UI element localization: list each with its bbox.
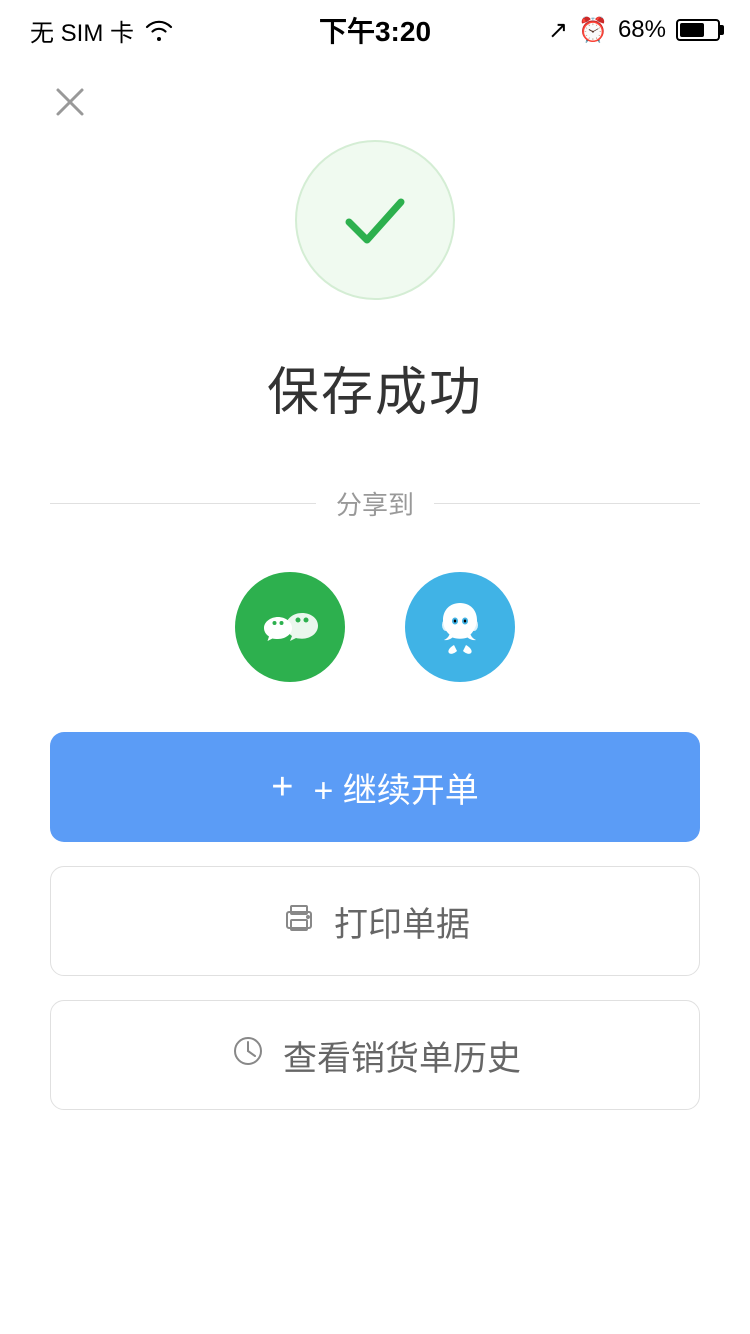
status-right: ↗ ⏰ 68% (548, 16, 720, 45)
share-wechat-button[interactable] (235, 572, 345, 682)
wechat-icon (258, 595, 322, 659)
plus-icon: + (271, 766, 293, 809)
continue-label: + 继续开单 (313, 763, 478, 812)
print-label: 打印单据 (334, 897, 470, 946)
qq-icon (428, 595, 492, 659)
status-left: 无 SIM 卡 (30, 13, 174, 48)
continue-button[interactable]: + + 继续开单 (50, 732, 700, 842)
carrier-text: 无 SIM 卡 (30, 13, 134, 48)
checkmark-icon (335, 180, 415, 260)
clock-icon (229, 1032, 267, 1079)
print-button[interactable]: 打印单据 (50, 866, 700, 976)
success-title: 保存成功 (267, 350, 483, 425)
status-time: 下午3:20 (319, 10, 431, 50)
close-button[interactable] (40, 72, 100, 132)
battery-icon (676, 19, 720, 41)
history-label: 查看销货单历史 (283, 1031, 521, 1080)
share-qq-button[interactable] (405, 572, 515, 682)
share-divider: 分享到 (50, 485, 700, 522)
history-button[interactable]: 查看销货单历史 (50, 1000, 700, 1110)
share-icons (50, 572, 700, 682)
close-icon (52, 84, 88, 120)
main-content: 保存成功 分享到 (0, 60, 750, 1110)
printer-icon (280, 898, 318, 945)
status-bar: 无 SIM 卡 下午3:20 ↗ ⏰ 68% (0, 0, 750, 60)
wifi-icon (144, 19, 174, 41)
action-buttons: + + 继续开单 打印单据 (0, 732, 750, 1110)
location-icon: ↗ (548, 16, 568, 45)
share-label: 分享到 (336, 485, 414, 522)
success-circle (295, 140, 455, 300)
battery-text: 68% (618, 16, 666, 44)
alarm-icon: ⏰ (578, 16, 608, 45)
share-section: 分享到 (0, 485, 750, 682)
